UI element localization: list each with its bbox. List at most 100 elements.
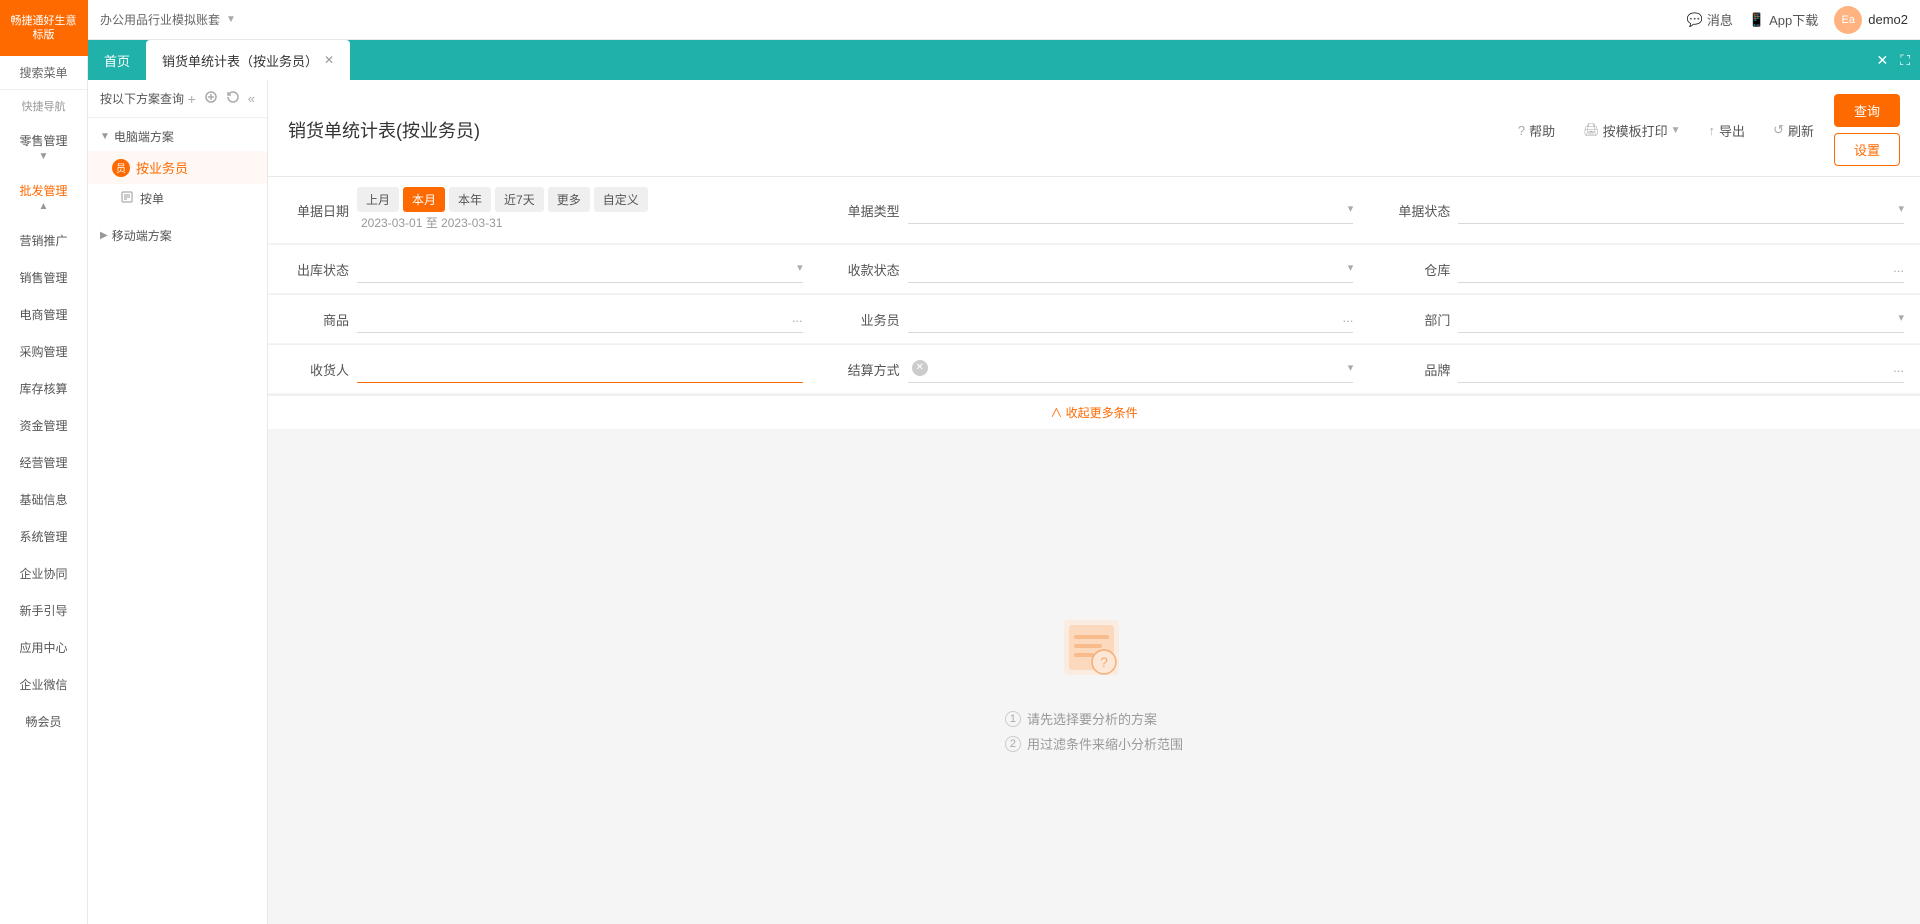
payment-status-chevron-icon: ▾ [1348, 261, 1354, 274]
tab-close-icon[interactable]: ✕ [324, 53, 334, 67]
app-logo[interactable]: 畅捷通好生意 标版 [0, 0, 88, 56]
department-label: 部门 [1385, 310, 1450, 329]
settlement-clear-icon[interactable]: ✕ [912, 360, 928, 376]
sidebar-item-wholesale[interactable]: 批发管理 ▲ [0, 172, 87, 222]
date-range-display: 2023-03-01 至 2023-03-31 [361, 214, 502, 231]
sidebar-item-basic[interactable]: 基础信息 [0, 481, 87, 518]
this-month-btn[interactable]: 本月 [403, 187, 445, 212]
app-download-button[interactable]: 📱 App下载 [1749, 10, 1818, 29]
warehouse-label: 仓库 [1385, 260, 1450, 279]
mobile-scheme-group: ▶ 移动端方案 [88, 217, 267, 254]
salesperson-filter-cell: 业务员 ... [819, 295, 1370, 344]
refresh-icon: ↺ [1773, 122, 1784, 138]
custom-btn[interactable]: 自定义 [594, 187, 648, 212]
tab-report[interactable]: 销货单统计表（按业务员） ✕ [146, 40, 350, 80]
brand-input[interactable]: ... [1458, 355, 1904, 383]
avatar: Ea [1834, 6, 1862, 34]
department-select[interactable]: ▾ [1458, 305, 1904, 333]
doc-status-chevron-icon: ▾ [1898, 202, 1904, 215]
salesperson-input[interactable]: ... [908, 305, 1354, 333]
settings-button[interactable]: 设置 [1834, 133, 1900, 166]
last7-btn[interactable]: 近7天 [495, 187, 544, 212]
product-ellipsis-icon[interactable]: ... [792, 310, 803, 325]
query-button[interactable]: 查询 [1834, 94, 1900, 127]
message-button[interactable]: 💬 消息 [1687, 10, 1733, 29]
warehouse-ellipsis-icon[interactable]: ... [1893, 260, 1904, 275]
product-input[interactable]: ... [357, 305, 803, 333]
salesperson-scheme-icon: 员 [112, 159, 130, 177]
page-title: 销货单统计表(按业务员) [288, 117, 480, 143]
sidebar-item-inventory[interactable]: 库存核算 [0, 370, 87, 407]
refresh-scheme-icon[interactable] [226, 90, 240, 107]
sidebar: 畅捷通好生意 标版 搜索菜单 快捷导航 零售管理 ▼ 批发管理 ▲ 营销推广 销… [0, 0, 88, 924]
desktop-scheme-label[interactable]: ▼ 电脑端方案 [88, 122, 267, 151]
last-month-btn[interactable]: 上月 [357, 187, 399, 212]
sidebar-item-apps[interactable]: 应用中心 [0, 629, 87, 666]
doc-type-select[interactable]: ▾ [908, 196, 1354, 224]
export-button[interactable]: ↑ 导出 [1701, 117, 1754, 144]
chevron-up-icon: ▲ [39, 201, 49, 212]
help-button[interactable]: ? 帮助 [1510, 117, 1563, 144]
sidebar-item-wechat[interactable]: 企业微信 [0, 666, 87, 703]
user-profile[interactable]: Ea demo2 [1834, 6, 1908, 34]
content-area: 按以下方案查询 + « ▼ 电脑端方案 员 [88, 80, 1920, 924]
message-icon: 💬 [1687, 12, 1703, 28]
empty-state: ? 1 请先选择要分析的方案 2 用过滤条件来缩小分析范围 [268, 429, 1920, 924]
print-icon: 🖨 [1583, 122, 1600, 138]
collapse-panel-icon[interactable]: « [248, 91, 255, 106]
filter-section: 单据日期 上月 本月 本年 近7天 更多 自定义 2023-03-01 至 20… [268, 177, 1920, 429]
receiver-input[interactable] [357, 360, 799, 375]
brand-label: 品牌 [1385, 360, 1450, 379]
scheme-item-salesperson[interactable]: 员 按业务员 [88, 151, 267, 184]
main-area: 办公用品行业模拟账套 ▼ 💬 消息 📱 App下载 Ea demo2 首页 [88, 0, 1920, 924]
chevron-down-icon: ▼ [39, 151, 49, 162]
scheme-sub-item-order[interactable]: 按单 [88, 184, 267, 213]
search-menu-item[interactable]: 搜索菜单 [0, 56, 87, 90]
sidebar-item-newbie[interactable]: 新手引导 [0, 592, 87, 629]
logo-text: 畅捷通好生意 标版 [11, 14, 77, 43]
payment-status-select[interactable]: ▾ [908, 255, 1354, 283]
quick-nav-label: 快捷导航 [0, 90, 87, 122]
settlement-filter-cell: 结算方式 ✕ ▾ [819, 345, 1370, 394]
warehouse-input[interactable]: ... [1458, 255, 1904, 283]
sidebar-item-marketing[interactable]: 营销推广 [0, 222, 87, 259]
collapse-filters-button[interactable]: ∧ 收起更多条件 [268, 395, 1920, 429]
salesperson-ellipsis-icon[interactable]: ... [1342, 310, 1353, 325]
sidebar-item-operations[interactable]: 经营管理 [0, 444, 87, 481]
more-btn[interactable]: 更多 [548, 187, 590, 212]
salesperson-label: 业务员 [835, 310, 900, 329]
desktop-scheme-group: ▼ 电脑端方案 员 按业务员 按单 [88, 118, 267, 217]
settlement-select[interactable]: ✕ ▾ [908, 355, 1354, 383]
warehouse-filter-cell: 仓库 ... [1369, 245, 1920, 294]
sidebar-item-member[interactable]: 畅会员 [0, 703, 87, 740]
tab-home[interactable]: 首页 [88, 40, 146, 80]
window-close-icon[interactable]: ✕ [1876, 52, 1888, 69]
scheme-panel-header: 按以下方案查询 + « [88, 80, 267, 118]
brand-ellipsis-icon[interactable]: ... [1893, 360, 1904, 375]
window-maximize-icon[interactable]: ⛶ [1900, 52, 1910, 69]
storage-status-label: 出库状态 [284, 260, 349, 279]
left-scheme-panel: 按以下方案查询 + « ▼ 电脑端方案 员 [88, 80, 268, 924]
topbar-dropdown-icon[interactable]: ▼ [226, 14, 236, 25]
this-year-btn[interactable]: 本年 [449, 187, 491, 212]
sidebar-item-ecommerce[interactable]: 电商管理 [0, 296, 87, 333]
print-dropdown-icon[interactable]: ▼ [1671, 125, 1681, 136]
edit-scheme-icon[interactable] [204, 90, 218, 107]
mobile-scheme-label[interactable]: ▶ 移动端方案 [88, 221, 267, 250]
brand-filter-cell: 品牌 ... [1369, 345, 1920, 394]
sidebar-item-system[interactable]: 系统管理 [0, 518, 87, 555]
storage-status-select[interactable]: ▾ [357, 255, 803, 283]
add-scheme-icon[interactable]: + [188, 91, 196, 107]
sidebar-item-finance[interactable]: 资金管理 [0, 407, 87, 444]
sidebar-item-sales[interactable]: 销售管理 [0, 259, 87, 296]
doc-status-filter-cell: 单据状态 ▾ [1369, 177, 1920, 244]
tabbar: 首页 销货单统计表（按业务员） ✕ ✕ ⛶ [88, 40, 1920, 80]
doc-status-select[interactable]: ▾ [1458, 196, 1904, 224]
sidebar-item-enterprise[interactable]: 企业协同 [0, 555, 87, 592]
print-button[interactable]: 🖨 按模板打印 ▼ [1575, 117, 1688, 144]
right-panel: 销货单统计表(按业务员) ? 帮助 🖨 按模板打印 ▼ ↑ 导出 [268, 80, 1920, 924]
sidebar-item-purchase[interactable]: 采购管理 [0, 333, 87, 370]
help-icon: ? [1518, 123, 1525, 138]
refresh-button[interactable]: ↺ 刷新 [1765, 117, 1822, 144]
sidebar-item-retail[interactable]: 零售管理 ▼ [0, 122, 87, 172]
